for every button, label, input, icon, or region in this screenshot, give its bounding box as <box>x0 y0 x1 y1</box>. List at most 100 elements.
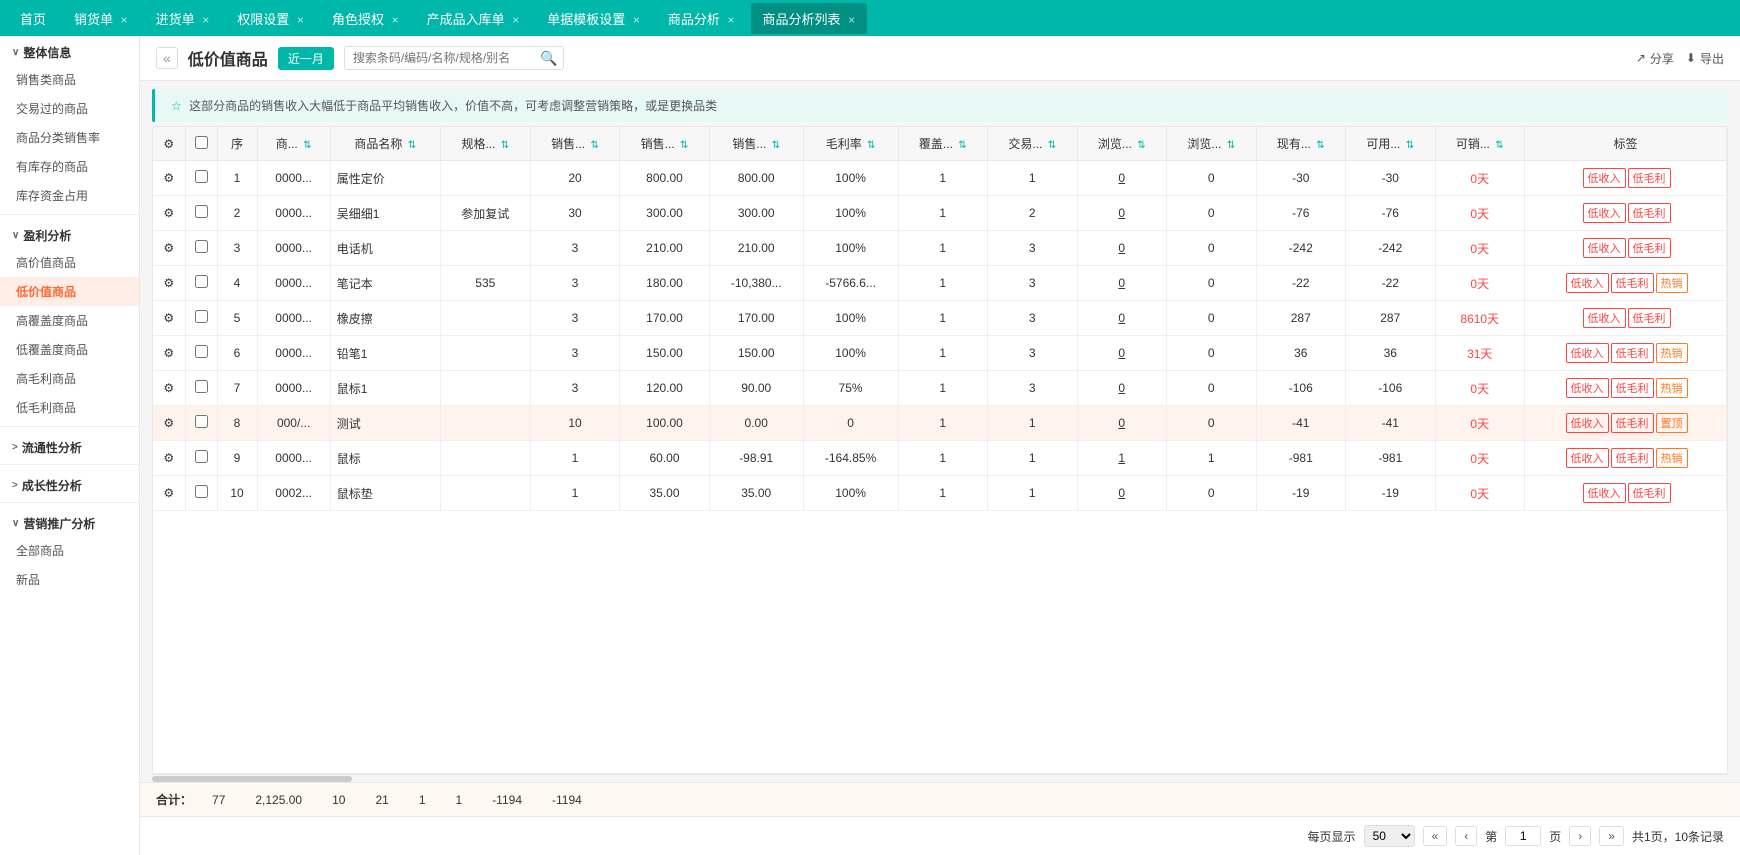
row-checkbox[interactable] <box>185 301 217 336</box>
trade-column-header[interactable]: 交易... ⇅ <box>988 127 1078 161</box>
close-icon[interactable]: × <box>202 13 209 27</box>
export-button[interactable]: ⬇ 导出 <box>1686 50 1724 67</box>
close-icon[interactable]: × <box>848 13 855 27</box>
sidebar-item-sales-goods[interactable]: 销售类商品 <box>0 65 139 94</box>
row-browse1[interactable]: 0 <box>1077 406 1167 441</box>
row-name[interactable]: 属性定价 <box>330 161 440 196</box>
browse1-link[interactable]: 0 <box>1118 241 1125 255</box>
nav-tab-template[interactable]: 单据模板设置 × <box>535 3 652 34</box>
browse1-link[interactable]: 1 <box>1118 451 1125 465</box>
browse1-column-header[interactable]: 浏览... ⇅ <box>1077 127 1167 161</box>
row-checkbox[interactable] <box>185 371 217 406</box>
sidebar-item-stock-goods[interactable]: 有库存的商品 <box>0 152 139 181</box>
row-checkbox[interactable] <box>185 266 217 301</box>
sale2-column-header[interactable]: 销售... ⇅ <box>620 127 710 161</box>
checkbox-column-header[interactable] <box>185 127 217 161</box>
close-icon[interactable]: × <box>512 13 519 27</box>
row-browse1[interactable]: 0 <box>1077 266 1167 301</box>
row-gear[interactable]: ⚙ <box>153 371 185 406</box>
row-name[interactable]: 测试 <box>330 406 440 441</box>
browse1-link[interactable]: 0 <box>1118 276 1125 290</box>
close-icon[interactable]: × <box>633 13 640 27</box>
time-filter-button[interactable]: 近一月 <box>278 47 334 70</box>
sidebar-item-high-coverage[interactable]: 高覆盖度商品 <box>0 306 139 335</box>
row-browse1[interactable]: 0 <box>1077 301 1167 336</box>
sidebar-item-category-sales[interactable]: 商品分类销售率 <box>0 123 139 152</box>
search-input[interactable] <box>344 46 564 70</box>
nav-tab-home[interactable]: 首页 <box>8 3 58 34</box>
row-browse1[interactable]: 1 <box>1077 441 1167 476</box>
nav-tab-analysis[interactable]: 商品分析 × <box>656 3 747 34</box>
prev-page-button[interactable]: ‹ <box>1455 826 1477 846</box>
last-page-button[interactable]: » <box>1599 826 1624 846</box>
row-name[interactable]: 笔记本 <box>330 266 440 301</box>
row-checkbox[interactable] <box>185 406 217 441</box>
nav-tab-permissions[interactable]: 权限设置 × <box>225 3 316 34</box>
browse1-link[interactable]: 0 <box>1118 346 1125 360</box>
browse1-link[interactable]: 0 <box>1118 381 1125 395</box>
sidebar-group-profit[interactable]: ∨ 盈利分析 <box>0 219 139 248</box>
sidebar-item-all-goods[interactable]: 全部商品 <box>0 536 139 565</box>
browse1-link[interactable]: 0 <box>1118 171 1125 185</box>
row-gear[interactable]: ⚙ <box>153 336 185 371</box>
row-name[interactable]: 鼠标1 <box>330 371 440 406</box>
current-column-header[interactable]: 现有... ⇅ <box>1256 127 1346 161</box>
page-size-select[interactable]: 20 50 100 <box>1364 825 1415 847</box>
row-browse1[interactable]: 0 <box>1077 196 1167 231</box>
row-checkbox[interactable] <box>185 476 217 511</box>
salable-column-header[interactable]: 可销... ⇅ <box>1435 127 1525 161</box>
sidebar-item-low-coverage[interactable]: 低覆盖度商品 <box>0 335 139 364</box>
row-browse1[interactable]: 0 <box>1077 371 1167 406</box>
sale1-column-header[interactable]: 销售... ⇅ <box>530 127 620 161</box>
gross-column-header[interactable]: 毛利率 ⇅ <box>803 127 898 161</box>
close-icon[interactable]: × <box>392 13 399 27</box>
row-name[interactable]: 吴细细1 <box>330 196 440 231</box>
nav-tab-sales[interactable]: 销货单 × <box>62 3 140 34</box>
close-icon[interactable]: × <box>297 13 304 27</box>
row-checkbox[interactable] <box>185 196 217 231</box>
usable-column-header[interactable]: 可用... ⇅ <box>1346 127 1436 161</box>
row-gear[interactable]: ⚙ <box>153 441 185 476</box>
row-name[interactable]: 铅笔1 <box>330 336 440 371</box>
row-gear[interactable]: ⚙ <box>153 476 185 511</box>
row-name[interactable]: 鼠标 <box>330 441 440 476</box>
sidebar-item-low-value[interactable]: 低价值商品 <box>0 277 139 306</box>
row-browse1[interactable]: 0 <box>1077 231 1167 266</box>
close-icon[interactable]: × <box>727 13 734 27</box>
sidebar-group-growth[interactable]: > 成长性分析 <box>0 469 139 498</box>
select-all-checkbox[interactable] <box>195 136 208 149</box>
sidebar-item-low-margin[interactable]: 低毛利商品 <box>0 393 139 422</box>
next-page-button[interactable]: › <box>1569 826 1591 846</box>
horizontal-scrollbar[interactable] <box>152 774 1728 782</box>
row-checkbox[interactable] <box>185 441 217 476</box>
row-name[interactable]: 电话机 <box>330 231 440 266</box>
browse1-link[interactable]: 0 <box>1118 416 1125 430</box>
first-page-button[interactable]: « <box>1423 826 1448 846</box>
nav-tab-analysis-list[interactable]: 商品分析列表 × <box>751 3 868 34</box>
spec-column-header[interactable]: 规格... ⇅ <box>440 127 530 161</box>
row-gear[interactable]: ⚙ <box>153 231 185 266</box>
row-checkbox[interactable] <box>185 336 217 371</box>
row-gear[interactable]: ⚙ <box>153 196 185 231</box>
browse1-link[interactable]: 0 <box>1118 311 1125 325</box>
nav-tab-products[interactable]: 产成品入库单 × <box>415 3 532 34</box>
sidebar-group-liquidity[interactable]: > 流通性分析 <box>0 431 139 460</box>
name-column-header[interactable]: 商品名称 ⇅ <box>330 127 440 161</box>
sale3-column-header[interactable]: 销售... ⇅ <box>709 127 803 161</box>
sidebar-group-marketing[interactable]: ∨ 营销推广分析 <box>0 507 139 536</box>
share-button[interactable]: ↗ 分享 <box>1636 50 1674 67</box>
sidebar-item-high-margin[interactable]: 高毛利商品 <box>0 364 139 393</box>
search-icon[interactable]: 🔍 <box>540 50 557 67</box>
close-icon[interactable]: × <box>121 13 128 27</box>
row-checkbox[interactable] <box>185 231 217 266</box>
row-name[interactable]: 鼠标垫 <box>330 476 440 511</box>
sidebar-item-traded-goods[interactable]: 交易过的商品 <box>0 94 139 123</box>
gear-column-header[interactable]: ⚙ <box>153 127 185 161</box>
row-browse1[interactable]: 0 <box>1077 161 1167 196</box>
row-gear[interactable]: ⚙ <box>153 161 185 196</box>
cover-column-header[interactable]: 覆盖... ⇅ <box>898 127 988 161</box>
row-browse1[interactable]: 0 <box>1077 336 1167 371</box>
row-checkbox[interactable] <box>185 161 217 196</box>
collapse-button[interactable]: « <box>156 47 178 69</box>
sidebar-item-stock-capital[interactable]: 库存资金占用 <box>0 181 139 210</box>
